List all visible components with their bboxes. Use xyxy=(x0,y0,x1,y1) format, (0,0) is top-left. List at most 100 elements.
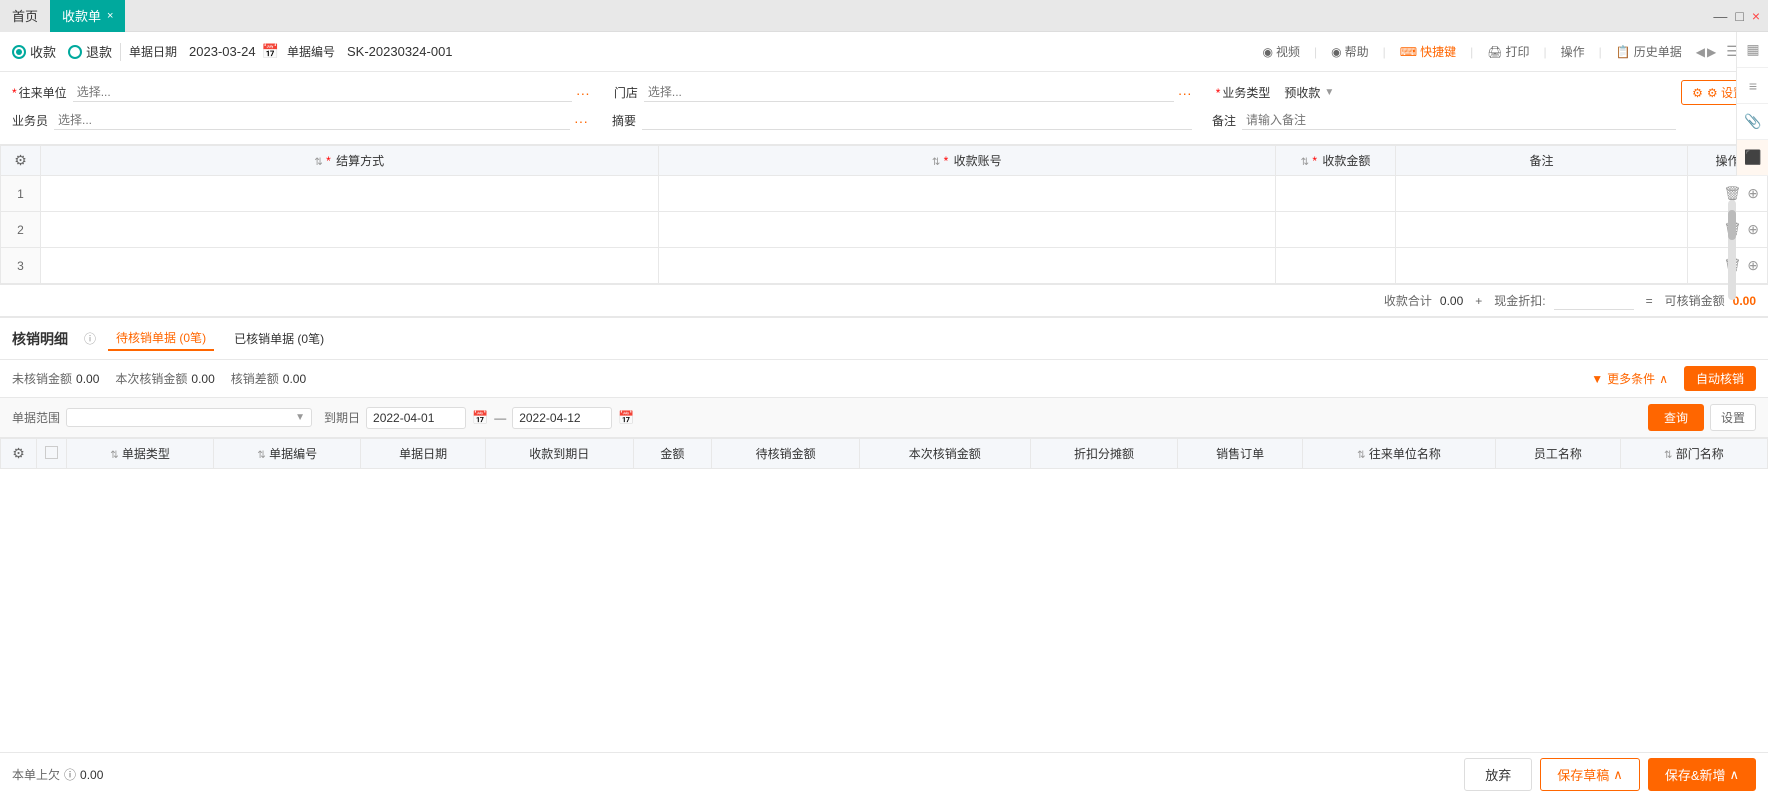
receipt-table-section: ⚙ ⇅ * 结算方式 ⇅ * 收款账号 ⇅ xyxy=(0,145,1768,284)
th-payment-method: ⇅ * 结算方式 xyxy=(41,146,659,176)
nav-arrows: ◀ ▶ xyxy=(1696,45,1716,59)
operation-btn[interactable]: 操作 xyxy=(1557,41,1589,62)
bth-dept: ⇅ 部门名称 xyxy=(1620,439,1767,469)
filter-settings-btn[interactable]: 设置 xyxy=(1710,404,1756,431)
tab-home[interactable]: 首页 xyxy=(0,0,50,32)
scrollbar-thumb[interactable] xyxy=(1728,210,1736,240)
save-new-chevron-icon: ∧ xyxy=(1729,767,1739,783)
tab-receipt[interactable]: 收款单 × xyxy=(50,0,125,32)
discount-input[interactable] xyxy=(1554,291,1634,310)
copy-row-3-icon[interactable]: ⊕ xyxy=(1747,257,1759,274)
footer-actions: 放弃 保存草稿 ∧ 保存&新增 ∧ xyxy=(1464,758,1756,791)
shortcut-btn[interactable]: ⌨ 快捷键 xyxy=(1396,41,1460,62)
date-to-input[interactable] xyxy=(512,407,612,429)
toolbar: 收款 退款 单据日期 2023-03-24 📅 单据编号 SK-20230324… xyxy=(0,32,1768,72)
sort-icon[interactable]: ⇅ xyxy=(1357,450,1365,461)
sort-icon[interactable]: ⇅ xyxy=(110,450,118,461)
cell-note-1[interactable] xyxy=(1396,176,1688,212)
cell-amount-2[interactable] xyxy=(1276,212,1396,248)
receipt-radio[interactable]: 收款 xyxy=(12,42,56,61)
refund-radio[interactable]: 退款 xyxy=(68,42,112,61)
counterparty-field: *往来单位 ··· xyxy=(12,83,594,102)
date-from-input[interactable] xyxy=(366,407,466,429)
sort-icon[interactable]: ⇅ xyxy=(1664,450,1672,461)
sort-icon[interactable]: ⇅ xyxy=(314,157,322,168)
verify-help-icon[interactable]: ⓘ xyxy=(84,330,96,347)
sort-icon[interactable]: ⇅ xyxy=(257,450,265,461)
sort-icon[interactable]: ⇅ xyxy=(932,157,940,168)
note-input[interactable] xyxy=(1242,111,1676,130)
calendar-icon[interactable]: 📅 xyxy=(262,43,279,60)
cell-account-3[interactable] xyxy=(658,248,1276,284)
unverified-stat: 未核销金额 0.00 xyxy=(12,370,99,387)
cell-amount-3[interactable] xyxy=(1276,248,1396,284)
cell-note-3[interactable] xyxy=(1396,248,1688,284)
table-settings-icon[interactable]: ⚙ xyxy=(14,152,27,168)
bth-settings[interactable]: ⚙ xyxy=(1,439,37,469)
more-conditions-btn[interactable]: ▼ 更多条件 ∧ xyxy=(1591,370,1668,387)
keyboard-icon: ⌨ xyxy=(1400,45,1417,59)
video-btn[interactable]: ◉ 视频 xyxy=(1259,41,1305,62)
abandon-btn[interactable]: 放弃 xyxy=(1464,758,1532,791)
help-btn[interactable]: ◉ 帮助 xyxy=(1327,41,1373,62)
tab-done[interactable]: 已核销单据 (0笔) xyxy=(226,327,332,350)
sidebar-list-icon[interactable]: ≡ xyxy=(1737,68,1768,104)
close-icon[interactable]: × xyxy=(1752,8,1760,24)
footer-help-icon[interactable]: ⓘ xyxy=(64,766,76,783)
divider-1 xyxy=(120,43,121,61)
scrollbar[interactable] xyxy=(1728,200,1736,300)
summary-input[interactable] xyxy=(642,111,1192,130)
business-type-chevron-icon[interactable]: ▼ xyxy=(1324,87,1334,98)
counterparty-more-btn[interactable]: ··· xyxy=(572,85,594,101)
sort-icon[interactable]: ⇅ xyxy=(1301,157,1309,168)
form-section: *往来单位 ··· 门店 ··· *业务类型 预收款 ▼ xyxy=(0,72,1768,145)
verify-table: ⚙ ⇅ 单据类型 ⇅ 单据编号 单据日期 收款到期日 金额 待核销金额 本次核销… xyxy=(0,438,1768,469)
sidebar-clip-icon[interactable]: 📎 xyxy=(1737,104,1768,140)
calendar-to-icon[interactable]: 📅 xyxy=(618,410,634,426)
counterparty-input[interactable] xyxy=(73,83,572,102)
bth-current-amount: 本次核销金额 xyxy=(859,439,1030,469)
cell-amount-1[interactable] xyxy=(1276,176,1396,212)
filter-row: 单据范围 ▼ 到期日 📅 — 📅 查询 设置 xyxy=(0,398,1768,438)
print-btn[interactable]: 🖨 打印 xyxy=(1483,41,1533,62)
nav-next-icon[interactable]: ▶ xyxy=(1707,45,1716,59)
select-all-checkbox[interactable] xyxy=(45,446,58,459)
maximize-icon[interactable]: □ xyxy=(1735,8,1743,24)
tab-pending[interactable]: 待核销单据 (0笔) xyxy=(108,326,214,351)
sidebar-camera-icon[interactable]: ⬛ xyxy=(1737,140,1768,176)
query-btn[interactable]: 查询 xyxy=(1648,404,1704,431)
range-select[interactable]: ▼ xyxy=(66,408,312,427)
copy-row-2-icon[interactable]: ⊕ xyxy=(1747,221,1759,238)
calendar-from-icon[interactable]: 📅 xyxy=(472,410,488,426)
save-draft-btn[interactable]: 保存草稿 ∧ xyxy=(1540,758,1640,791)
staff-input[interactable] xyxy=(54,111,570,130)
sidebar-table-icon[interactable]: ▦ xyxy=(1737,32,1768,68)
store-input[interactable] xyxy=(644,83,1174,102)
cell-payment-2[interactable] xyxy=(41,212,659,248)
form-row-2: 业务员 ··· 摘要 备注 xyxy=(12,111,1756,130)
btable-settings-icon[interactable]: ⚙ xyxy=(12,445,25,461)
cell-payment-3[interactable] xyxy=(41,248,659,284)
nav-prev-icon[interactable]: ◀ xyxy=(1696,45,1705,59)
history-btn[interactable]: 📋 历史单据 xyxy=(1612,41,1686,62)
auto-verify-btn[interactable]: 自动核销 xyxy=(1684,366,1756,391)
verify-stats: 未核销金额 0.00 本次核销金额 0.00 核销差额 0.00 ▼ 更多条件 … xyxy=(0,360,1768,398)
minimize-icon[interactable]: — xyxy=(1713,8,1727,24)
table-row: 3 🗑 ⊕ xyxy=(1,248,1768,284)
th-settings[interactable]: ⚙ xyxy=(1,146,41,176)
cell-payment-1[interactable] xyxy=(41,176,659,212)
save-draft-chevron-icon: ∧ xyxy=(1613,767,1623,783)
store-more-btn[interactable]: ··· xyxy=(1174,85,1196,101)
tab-close-icon[interactable]: × xyxy=(107,10,113,22)
cell-account-1[interactable] xyxy=(658,176,1276,212)
footer: 本单上欠 ⓘ 0.00 放弃 保存草稿 ∧ 保存&新增 ∧ xyxy=(0,752,1768,796)
copy-row-1-icon[interactable]: ⊕ xyxy=(1747,185,1759,202)
bth-bill-date: 单据日期 xyxy=(361,439,486,469)
cell-note-2[interactable] xyxy=(1396,212,1688,248)
save-new-btn[interactable]: 保存&新增 ∧ xyxy=(1648,758,1756,791)
number-field: 单据编号 SK-20230324-001 xyxy=(287,43,453,60)
cell-account-2[interactable] xyxy=(658,212,1276,248)
bth-bill-type: ⇅ 单据类型 xyxy=(67,439,214,469)
staff-more-btn[interactable]: ··· xyxy=(570,113,592,129)
tab-bar-actions: — □ × xyxy=(1713,8,1768,24)
